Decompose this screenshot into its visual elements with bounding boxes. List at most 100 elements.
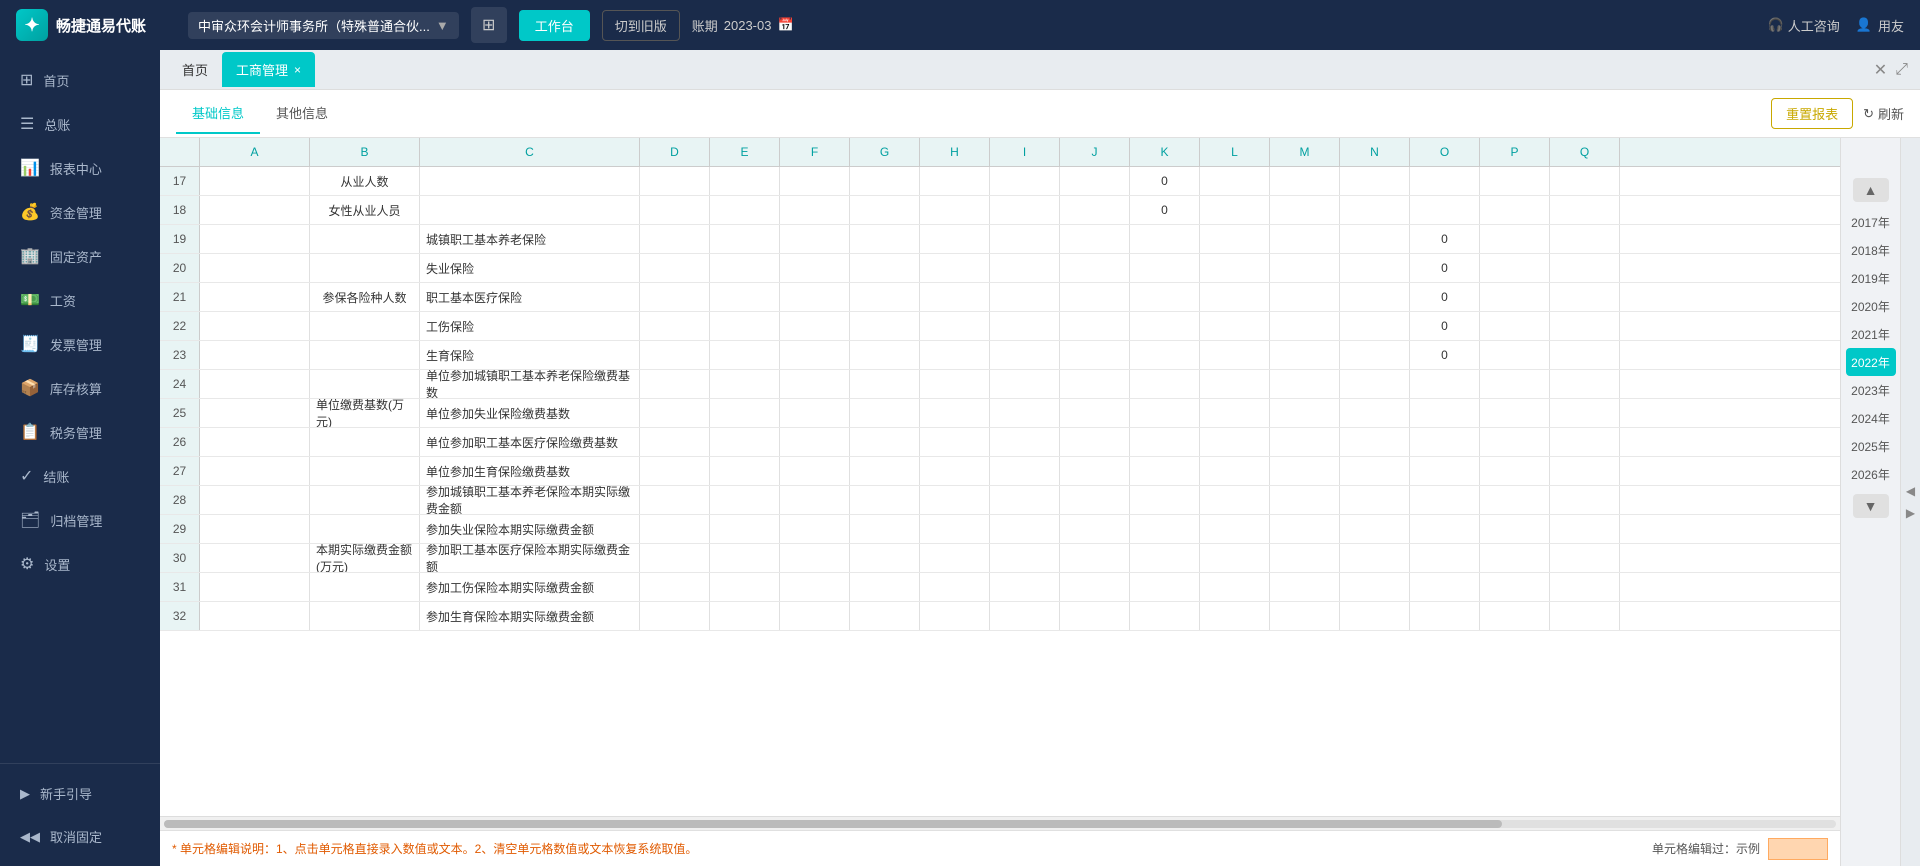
cell-N[interactable] [1340,225,1410,253]
sidebar-item-closing[interactable]: ✓ 结账 [0,454,160,498]
cell-K[interactable] [1130,544,1200,572]
cell-F[interactable] [780,486,850,514]
cell-O[interactable]: 0 [1410,254,1480,282]
support-button[interactable]: 🎧 人工咨询 [1768,16,1840,35]
cell-C[interactable]: 单位参加职工基本医疗保险缴费基数 [420,428,640,456]
sub-tab-basic-info[interactable]: 基础信息 [176,93,260,134]
cell-I[interactable] [990,515,1060,543]
cell-D[interactable] [640,167,710,195]
cell-I[interactable] [990,370,1060,398]
cell-F[interactable] [780,167,850,195]
cell-N[interactable] [1340,486,1410,514]
cell-N[interactable] [1340,399,1410,427]
cell-C[interactable]: 单位参加失业保险缴费基数 [420,399,640,427]
window-maximize-button[interactable]: ⤢ [1895,61,1908,79]
cell-H[interactable] [920,486,990,514]
cell-D[interactable] [640,341,710,369]
cell-Q[interactable] [1550,370,1620,398]
cell-F[interactable] [780,515,850,543]
sidebar-item-salary[interactable]: 💵 工资 [0,278,160,322]
cell-Q[interactable] [1550,515,1620,543]
cell-H[interactable] [920,225,990,253]
cell-H[interactable] [920,573,990,601]
cell-A[interactable] [200,486,310,514]
cell-Q[interactable] [1550,399,1620,427]
cell-L[interactable] [1200,312,1270,340]
cell-L[interactable] [1200,457,1270,485]
cell-F[interactable] [780,544,850,572]
cell-P[interactable] [1480,196,1550,224]
horizontal-scrollbar[interactable] [160,816,1840,830]
cell-D[interactable] [640,254,710,282]
cell-J[interactable] [1060,486,1130,514]
sidebar-item-inventory[interactable]: 📦 库存核算 [0,366,160,410]
old-version-button[interactable]: 切到旧版 [602,10,680,41]
cell-C[interactable]: 参加职工基本医疗保险本期实际缴费金额 [420,544,640,572]
refresh-button[interactable]: ↻ 刷新 [1863,104,1904,123]
cell-B[interactable] [310,573,420,601]
year-item[interactable]: 2025年 [1846,432,1896,460]
cell-E[interactable] [710,312,780,340]
cell-M[interactable] [1270,312,1340,340]
cell-L[interactable] [1200,573,1270,601]
cell-P[interactable] [1480,573,1550,601]
calendar-icon[interactable]: 📅 [777,17,793,33]
cell-M[interactable] [1270,457,1340,485]
cell-B[interactable] [310,254,420,282]
cell-N[interactable] [1340,312,1410,340]
cell-H[interactable] [920,167,990,195]
cell-C[interactable] [420,196,640,224]
cell-K[interactable] [1130,370,1200,398]
cell-E[interactable] [710,341,780,369]
cell-A[interactable] [200,399,310,427]
cell-O[interactable] [1410,457,1480,485]
cell-L[interactable] [1200,283,1270,311]
cell-K[interactable] [1130,399,1200,427]
cell-O[interactable] [1410,486,1480,514]
cell-G[interactable] [850,544,920,572]
cell-D[interactable] [640,399,710,427]
cell-Q[interactable] [1550,167,1620,195]
cell-M[interactable] [1270,544,1340,572]
cell-B[interactable] [310,602,420,630]
cell-E[interactable] [710,167,780,195]
cell-P[interactable] [1480,457,1550,485]
company-selector[interactable]: 中审众环会计师事务所（特殊普通合伙... ▼ [188,12,459,39]
cell-D[interactable] [640,312,710,340]
right-panel-toggle[interactable]: ◀ ▶ [1900,138,1920,866]
cell-K[interactable]: 0 [1130,167,1200,195]
cell-C[interactable]: 参加失业保险本期实际缴费金额 [420,515,640,543]
cell-I[interactable] [990,602,1060,630]
cell-K[interactable] [1130,254,1200,282]
cell-E[interactable] [710,225,780,253]
cell-F[interactable] [780,399,850,427]
cell-N[interactable] [1340,283,1410,311]
cell-P[interactable] [1480,341,1550,369]
cell-D[interactable] [640,602,710,630]
cell-G[interactable] [850,486,920,514]
cell-L[interactable] [1200,544,1270,572]
cell-G[interactable] [850,254,920,282]
cell-O[interactable]: 0 [1410,283,1480,311]
cell-D[interactable] [640,573,710,601]
cell-N[interactable] [1340,428,1410,456]
cell-Q[interactable] [1550,283,1620,311]
cell-L[interactable] [1200,428,1270,456]
cell-J[interactable] [1060,254,1130,282]
cell-L[interactable] [1200,167,1270,195]
cell-I[interactable] [990,283,1060,311]
cell-O[interactable] [1410,428,1480,456]
cell-F[interactable] [780,428,850,456]
cell-F[interactable] [780,196,850,224]
cell-I[interactable] [990,167,1060,195]
cell-L[interactable] [1200,399,1270,427]
cell-M[interactable] [1270,486,1340,514]
cell-P[interactable] [1480,544,1550,572]
cell-O[interactable] [1410,573,1480,601]
cell-K[interactable] [1130,283,1200,311]
year-scroll-up-button[interactable]: ▲ [1853,178,1889,202]
cell-E[interactable] [710,283,780,311]
cell-L[interactable] [1200,196,1270,224]
cell-O[interactable]: 0 [1410,312,1480,340]
cell-G[interactable] [850,283,920,311]
